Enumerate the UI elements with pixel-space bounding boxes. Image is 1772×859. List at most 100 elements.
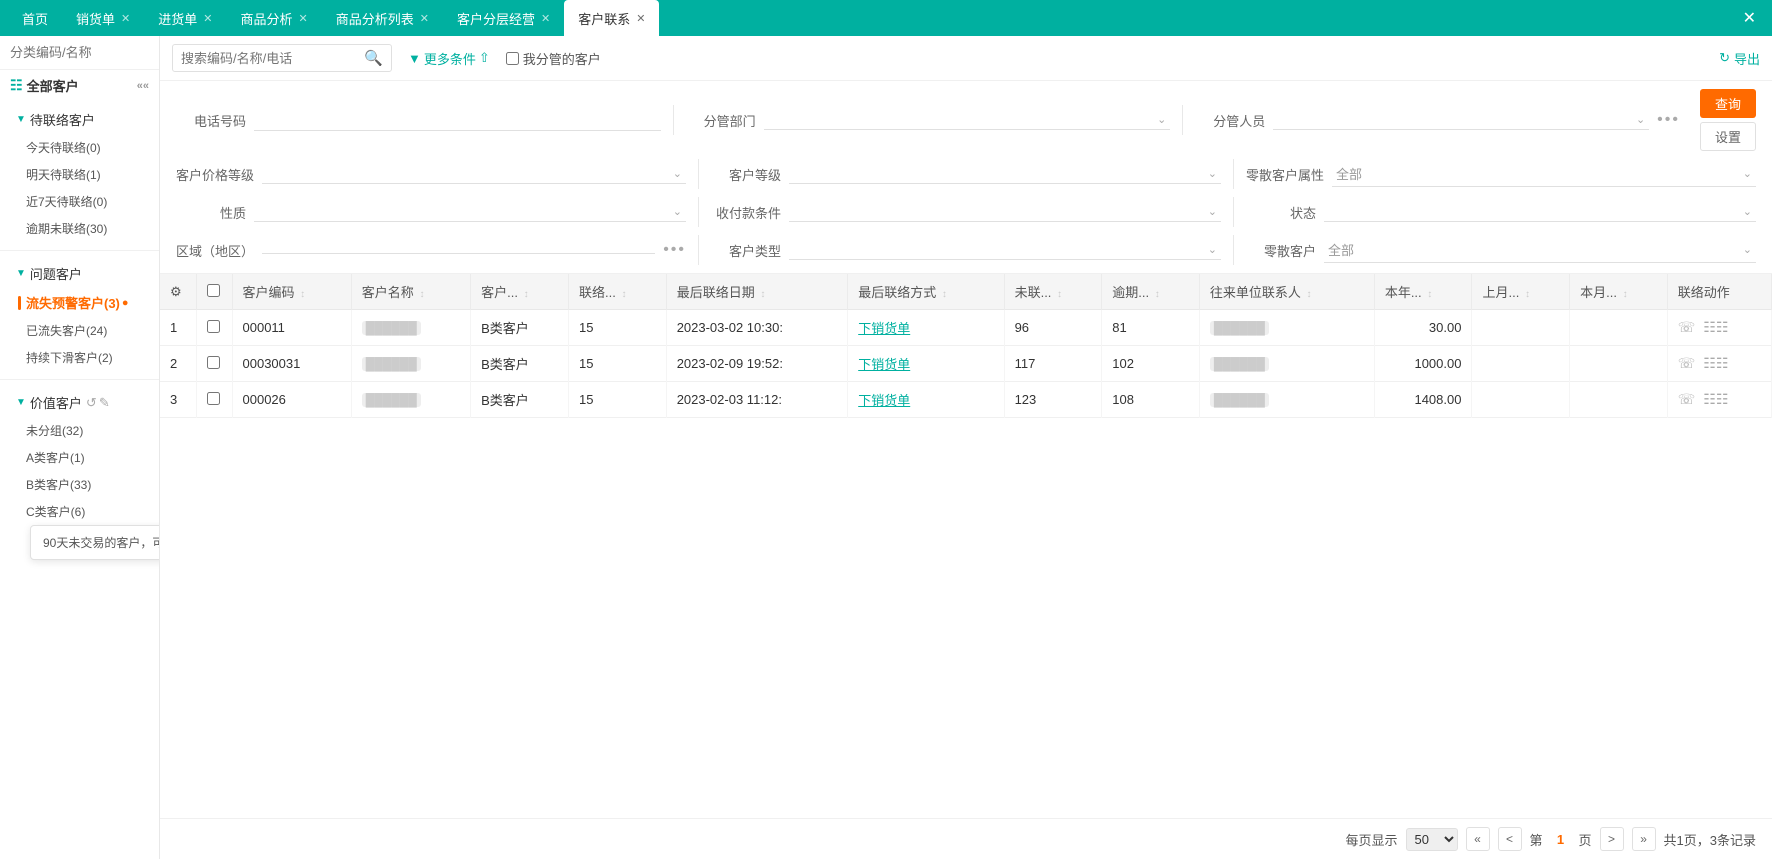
tab-close-icon[interactable]: ✕ bbox=[203, 12, 212, 25]
sidebar-item-class-c[interactable]: C类客户(6) bbox=[0, 498, 159, 525]
prev-page-button[interactable]: < bbox=[1498, 827, 1522, 851]
grid-icon: ☷ bbox=[10, 77, 23, 94]
tab-home[interactable]: 首页 bbox=[8, 0, 62, 36]
more-action-icon[interactable]: ☷☷ bbox=[1703, 391, 1728, 408]
filter-status-select[interactable]: ⌄ bbox=[1324, 202, 1756, 222]
filter-payment-select[interactable]: ⌄ bbox=[789, 202, 1221, 222]
td-checkbox[interactable] bbox=[196, 382, 232, 418]
td-last-contact-date: 2023-03-02 10:30: bbox=[666, 310, 848, 346]
td-checkbox[interactable] bbox=[196, 310, 232, 346]
tab-sales-order[interactable]: 销货单 ✕ bbox=[62, 0, 144, 36]
chevron-down-icon: ⌄ bbox=[1208, 205, 1217, 218]
tab-close-icon[interactable]: ✕ bbox=[636, 12, 645, 25]
sidebar-item-7days[interactable]: 近7天待联络(0) bbox=[0, 188, 159, 215]
search-input[interactable] bbox=[181, 51, 364, 66]
contact-action-icon[interactable]: ☏ bbox=[1678, 391, 1696, 408]
sidebar-item-class-a[interactable]: A类客户(1) bbox=[0, 444, 159, 471]
contact-method-link[interactable]: 下销货单 bbox=[858, 393, 910, 408]
more-action-icon[interactable]: ☷☷ bbox=[1703, 355, 1728, 372]
contact-action-icon[interactable]: ☏ bbox=[1678, 319, 1696, 336]
contact-method-link[interactable]: 下销货单 bbox=[858, 357, 910, 372]
tab-close-icon[interactable]: ✕ bbox=[121, 12, 130, 25]
chevron-down-icon: ⌄ bbox=[1208, 243, 1217, 256]
td-last-contact-method[interactable]: 下销货单 bbox=[848, 346, 1004, 382]
sort-icon: ↕ bbox=[622, 289, 627, 300]
select-all-checkbox[interactable] bbox=[207, 284, 220, 297]
sidebar-item-churn-warning[interactable]: 流失预警客户(3) ● bbox=[0, 288, 159, 317]
sidebar-problem-label[interactable]: ▼ 问题客户 bbox=[0, 259, 159, 288]
sidebar-value-group: ▼ 价值客户 ↺ ✎ 未分组(32) A类客户(1) B类客户(33) C类客户… bbox=[0, 384, 159, 529]
filter-dept-select[interactable]: ⌄ bbox=[764, 110, 1171, 130]
my-customers-checkbox[interactable] bbox=[506, 52, 519, 65]
sidebar-item-today[interactable]: 今天待联络(0) bbox=[0, 134, 159, 161]
row-checkbox[interactable] bbox=[207, 392, 220, 405]
table-header-row: ⚙ 客户编码 ↕ 客户名称 ↕ bbox=[160, 274, 1772, 310]
row-checkbox[interactable] bbox=[207, 356, 220, 369]
filter-region-select[interactable] bbox=[262, 247, 655, 254]
page-label: 第 bbox=[1530, 830, 1543, 849]
sidebar-pending-label[interactable]: ▼ 待联络客户 bbox=[0, 105, 159, 134]
edit-icon[interactable]: ✎ bbox=[99, 395, 110, 411]
filter-manager-select[interactable]: ⌄ bbox=[1273, 110, 1649, 130]
query-button[interactable]: 查询 bbox=[1700, 89, 1756, 118]
arrow-down-icon: ▼ bbox=[16, 397, 26, 408]
tab-customer-segment[interactable]: 客户分层经营 ✕ bbox=[443, 0, 564, 36]
my-customers-checkbox-label[interactable]: 我分管的客户 bbox=[506, 49, 601, 68]
sidebar-item-churned[interactable]: 已流失客户(24) bbox=[0, 317, 159, 344]
td-last-contact-method[interactable]: 下销货单 bbox=[848, 310, 1004, 346]
first-page-button[interactable]: « bbox=[1466, 827, 1490, 851]
filter-scattered-attr-select[interactable]: 全部 ⌄ bbox=[1332, 161, 1756, 187]
export-button[interactable]: ↻ 导出 bbox=[1719, 49, 1760, 68]
tab-close-icon[interactable]: ✕ bbox=[420, 12, 429, 25]
per-page-select[interactable]: 50 100 200 bbox=[1406, 828, 1458, 851]
row-checkbox[interactable] bbox=[207, 320, 220, 333]
contact-action-icon[interactable]: ☏ bbox=[1678, 355, 1696, 372]
sort-icon: ↕ bbox=[1525, 289, 1530, 300]
filter-price-level-select[interactable]: ⌄ bbox=[262, 164, 686, 184]
td-type: B类客户 bbox=[471, 346, 569, 382]
th-actions: 联络动作 bbox=[1667, 274, 1771, 310]
sidebar-item-declining[interactable]: 持续下滑客户(2) bbox=[0, 344, 159, 371]
filter-scattered-select[interactable]: 全部 ⌄ bbox=[1324, 237, 1756, 263]
close-window-icon[interactable]: ✕ bbox=[1735, 8, 1764, 28]
sidebar-item-overdue[interactable]: 逾期未联络(30) bbox=[0, 215, 159, 242]
filter-price-level-label: 客户价格等级 bbox=[176, 165, 254, 184]
sidebar-item-tomorrow[interactable]: 明天待联络(1) bbox=[0, 161, 159, 188]
filter-customer-type-select[interactable]: ⌄ bbox=[789, 240, 1221, 260]
filter-customer-level-select[interactable]: ⌄ bbox=[789, 164, 1221, 184]
contact-method-link[interactable]: 下销货单 bbox=[858, 321, 910, 336]
next-page-button[interactable]: > bbox=[1600, 827, 1624, 851]
tab-close-icon[interactable]: ✕ bbox=[541, 12, 550, 25]
sidebar: 🔍 ☷ 全部客户 «« ▼ 待联络客户 今天待联络(0) 明天待联络(1) 近7… bbox=[0, 36, 160, 859]
sidebar-search-input[interactable] bbox=[10, 45, 160, 60]
sidebar-item-class-b[interactable]: B类客户(33) bbox=[0, 471, 159, 498]
th-settings[interactable]: ⚙ bbox=[160, 274, 196, 310]
filter-nature-select[interactable]: ⌄ bbox=[254, 202, 686, 222]
refresh-icon[interactable]: ↺ bbox=[86, 395, 97, 411]
tab-product-analysis-list[interactable]: 商品分析列表 ✕ bbox=[322, 0, 443, 36]
td-checkbox[interactable] bbox=[196, 346, 232, 382]
filter-phone-input[interactable] bbox=[254, 109, 661, 131]
more-filter-button[interactable]: ▼ 更多条件 ⇧ bbox=[400, 45, 498, 72]
tab-purchase-order[interactable]: 进货单 ✕ bbox=[144, 0, 226, 36]
th-this-month: 本月... ↕ bbox=[1570, 274, 1668, 310]
sidebar-value-label[interactable]: ▼ 价值客户 ↺ ✎ bbox=[0, 388, 159, 417]
filter-row-2: 客户价格等级 ⌄ 客户等级 ⌄ 零散客户属性 bbox=[176, 159, 1756, 189]
sidebar-all-customers[interactable]: ☷ 全部客户 «« bbox=[0, 70, 159, 101]
more-options-icon[interactable]: ••• bbox=[1657, 111, 1680, 129]
tab-customer-contact[interactable]: 客户联系 ✕ bbox=[564, 0, 659, 36]
region-more-icon[interactable]: ••• bbox=[663, 241, 686, 259]
th-checkbox[interactable] bbox=[196, 274, 232, 310]
more-action-icon[interactable]: ☷☷ bbox=[1703, 319, 1728, 336]
td-last-month bbox=[1472, 346, 1570, 382]
tab-product-analysis[interactable]: 商品分析 ✕ bbox=[226, 0, 321, 36]
td-no-contact-days: 96 bbox=[1004, 310, 1102, 346]
tab-close-icon[interactable]: ✕ bbox=[299, 12, 308, 25]
settings-button[interactable]: 设置 bbox=[1700, 122, 1756, 151]
td-last-contact-method[interactable]: 下销货单 bbox=[848, 382, 1004, 418]
filter-sep-5 bbox=[698, 197, 699, 227]
search-submit-icon[interactable]: 🔍 bbox=[364, 49, 383, 67]
sidebar-item-ungrouped[interactable]: 未分组(32) bbox=[0, 417, 159, 444]
sort-icon: ↕ bbox=[1057, 289, 1062, 300]
last-page-button[interactable]: » bbox=[1632, 827, 1656, 851]
